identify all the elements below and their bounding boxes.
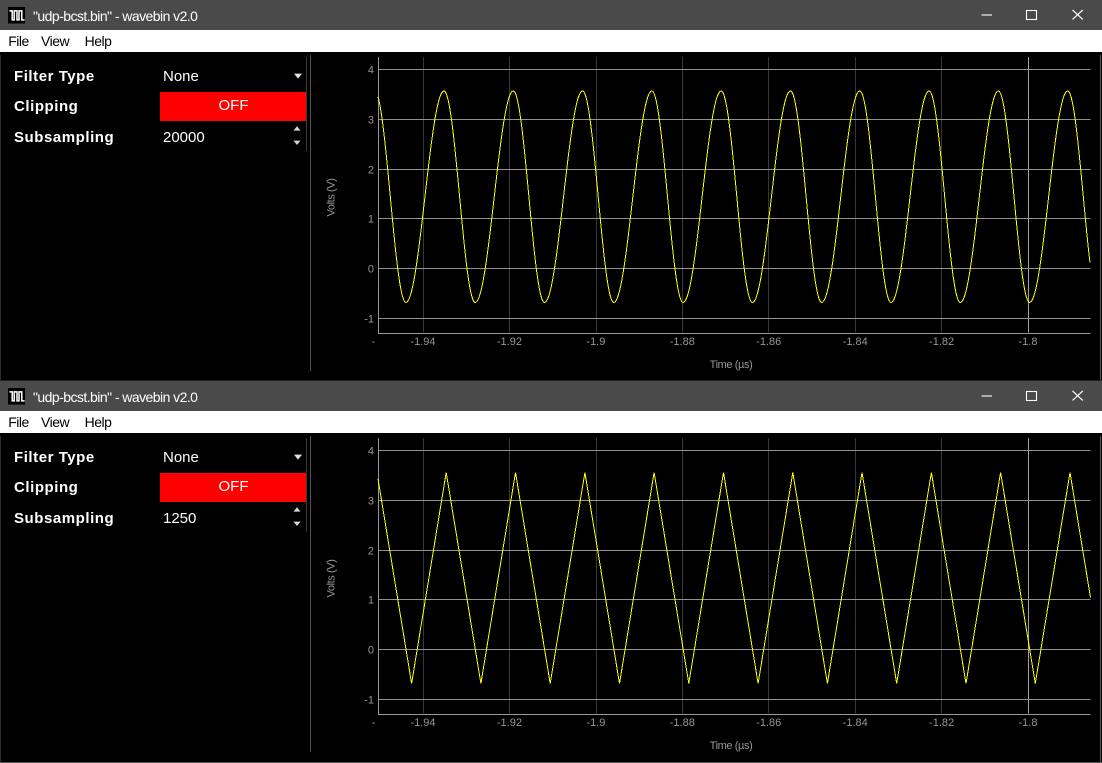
svg-text:-1.86: -1.86 [756,717,781,729]
svg-text:-1.88: -1.88 [670,336,695,348]
svg-text:-1.92: -1.92 [497,717,522,729]
svg-text:-1: -1 [364,694,374,706]
svg-text:-: - [372,717,376,729]
svg-text:-1.8: -1.8 [1019,717,1038,729]
svg-text:-1.82: -1.82 [929,717,954,729]
svg-text:-1: -1 [364,313,374,325]
svg-text:-1.94: -1.94 [410,336,435,348]
svg-text:4: 4 [368,64,374,76]
svg-text:Volts (V): Volts (V) [326,560,338,598]
svg-text:-1.94: -1.94 [410,717,435,729]
svg-text:-: - [372,336,376,348]
svg-text:-1.92: -1.92 [497,336,522,348]
svg-text:4: 4 [368,445,374,457]
svg-text:2: 2 [368,164,374,176]
svg-text:Volts (V): Volts (V) [326,179,338,217]
svg-text:0: 0 [368,263,374,275]
svg-text:Time (µs): Time (µs) [710,740,753,752]
svg-text:-1.9: -1.9 [586,336,605,348]
svg-text:3: 3 [368,495,374,507]
svg-text:-1.8: -1.8 [1019,336,1038,348]
svg-text:-1.84: -1.84 [843,717,868,729]
svg-text:-1.9: -1.9 [586,717,605,729]
svg-text:1: 1 [368,213,374,225]
svg-text:-1.88: -1.88 [670,717,695,729]
svg-text:1: 1 [368,594,374,606]
svg-text:Time (µs): Time (µs) [710,359,753,371]
svg-text:2: 2 [368,545,374,557]
svg-text:-1.86: -1.86 [756,336,781,348]
svg-text:0: 0 [368,644,374,656]
svg-text:-1.84: -1.84 [843,336,868,348]
svg-text:3: 3 [368,114,374,126]
svg-text:-1.82: -1.82 [929,336,954,348]
